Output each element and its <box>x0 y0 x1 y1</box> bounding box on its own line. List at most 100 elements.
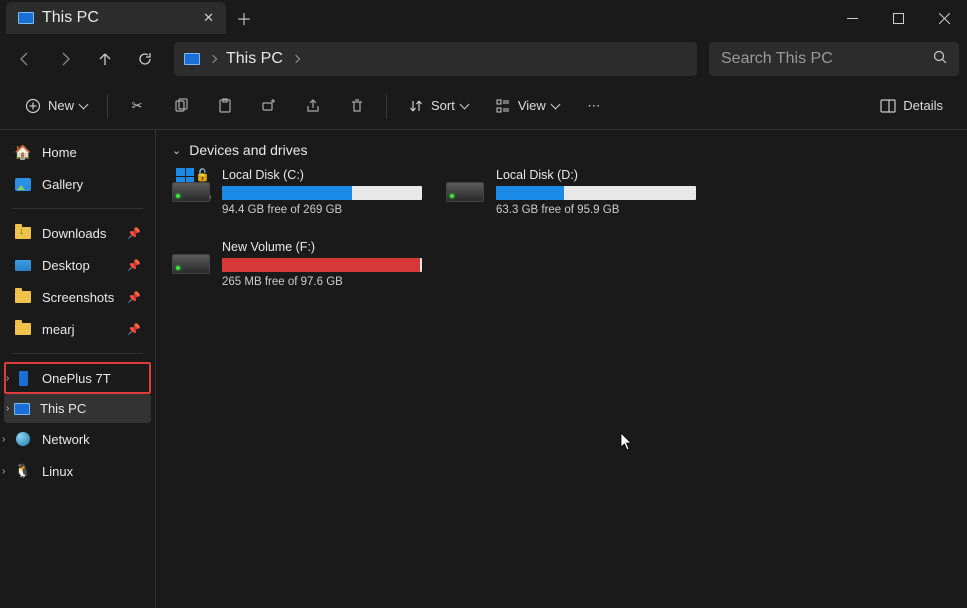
chevron-down-icon <box>79 100 89 110</box>
drive-icon: 🔓⚙ <box>172 170 212 202</box>
divider <box>12 208 143 209</box>
rename-icon <box>260 97 278 115</box>
drive-usage-bar <box>222 186 422 200</box>
close-tab-icon[interactable]: ✕ <box>203 10 214 26</box>
share-icon <box>304 97 322 115</box>
chevron-down-icon <box>550 100 560 110</box>
divider <box>107 94 108 118</box>
thispc-icon <box>18 12 34 24</box>
minimize-button[interactable] <box>829 0 875 36</box>
drive-usage-bar <box>222 258 422 272</box>
drive-usage-bar <box>496 186 696 200</box>
sidebar-item-label: OnePlus 7T <box>42 371 111 386</box>
sidebar-oneplus7t[interactable]: › OnePlus 7T <box>4 362 151 394</box>
forward-button[interactable] <box>48 42 82 76</box>
rename-button[interactable] <box>250 91 288 121</box>
sort-label: Sort <box>431 98 455 113</box>
toolbar: New ✂ Sort View ⋯ Details <box>0 82 967 130</box>
sidebar-item-label: Screenshots <box>42 290 114 305</box>
paste-button[interactable] <box>206 91 244 121</box>
pin-icon: 📌 <box>127 323 141 336</box>
drive-free-text: 94.4 GB free of 269 GB <box>222 204 422 216</box>
more-button[interactable]: ⋯ <box>575 91 613 121</box>
delete-icon <box>348 97 366 115</box>
divider <box>12 353 143 354</box>
new-label: New <box>48 98 74 113</box>
sidebar-item-label: Gallery <box>42 177 83 192</box>
thispc-icon <box>14 403 30 415</box>
sidebar-item-label: This PC <box>40 401 86 416</box>
chevron-right-icon[interactable]: › <box>6 373 9 384</box>
sidebar-downloads[interactable]: Downloads 📌 <box>0 217 155 249</box>
mouse-cursor <box>620 432 634 457</box>
refresh-button[interactable] <box>128 42 162 76</box>
chevron-right-icon[interactable]: › <box>2 466 5 477</box>
search-placeholder: Search This PC <box>721 50 833 68</box>
chevron-right-icon[interactable]: › <box>6 403 9 414</box>
sidebar-item-label: Downloads <box>42 226 106 241</box>
chevron-right-icon <box>292 55 300 63</box>
pin-icon: 📌 <box>127 227 141 240</box>
section-title: Devices and drives <box>189 142 307 158</box>
network-icon <box>14 430 32 448</box>
new-tab-button[interactable]: ＋ <box>236 6 252 30</box>
copy-button[interactable] <box>162 91 200 121</box>
close-button[interactable] <box>921 0 967 36</box>
sidebar-screenshots[interactable]: Screenshots 📌 <box>0 281 155 313</box>
details-icon <box>879 97 897 115</box>
drive-name: New Volume (F:) <box>222 240 422 254</box>
new-button[interactable]: New <box>14 91 97 121</box>
sidebar-mearj[interactable]: mearj 📌 <box>0 313 155 345</box>
sidebar-linux[interactable]: › 🐧 Linux <box>0 455 155 487</box>
cut-button[interactable]: ✂ <box>118 91 156 121</box>
sidebar-item-label: Network <box>42 432 90 447</box>
chevron-right-icon[interactable]: › <box>2 434 5 445</box>
drive-icon <box>172 242 212 274</box>
drive-free-text: 265 MB free of 97.6 GB <box>222 276 422 288</box>
drive-info: New Volume (F:) 265 MB free of 97.6 GB <box>222 240 422 288</box>
share-button[interactable] <box>294 91 332 121</box>
sidebar-item-label: Desktop <box>42 258 90 273</box>
back-button[interactable] <box>8 42 42 76</box>
folder-icon <box>14 320 32 338</box>
drive-info: Local Disk (C:) 94.4 GB free of 269 GB <box>222 168 422 216</box>
sidebar-item-label: Home <box>42 145 77 160</box>
sidebar-item-label: Linux <box>42 464 73 479</box>
more-icon: ⋯ <box>585 97 603 115</box>
cut-icon: ✂ <box>128 97 146 115</box>
drive-free-text: 63.3 GB free of 95.9 GB <box>496 204 696 216</box>
thispc-icon <box>184 53 200 65</box>
sidebar-home[interactable]: 🏠 Home <box>0 136 155 168</box>
drive-item[interactable]: New Volume (F:) 265 MB free of 97.6 GB <box>172 240 422 288</box>
chevron-right-icon <box>209 55 217 63</box>
paste-icon <box>216 97 234 115</box>
sidebar-thispc[interactable]: › This PC <box>4 394 151 423</box>
drive-name: Local Disk (C:) <box>222 168 422 182</box>
address-bar[interactable]: This PC <box>174 42 697 76</box>
drive-item[interactable]: Local Disk (D:) 63.3 GB free of 95.9 GB <box>446 168 696 216</box>
sidebar-network[interactable]: › Network <box>0 423 155 455</box>
phone-icon <box>14 369 32 387</box>
gallery-icon <box>14 175 32 193</box>
section-devices-drives[interactable]: ⌄ Devices and drives <box>172 142 951 158</box>
up-button[interactable] <box>88 42 122 76</box>
drive-item[interactable]: 🔓⚙ Local Disk (C:) 94.4 GB free of 269 GB <box>172 168 422 216</box>
details-button[interactable]: Details <box>869 91 953 121</box>
linux-icon: 🐧 <box>14 462 32 480</box>
view-button[interactable]: View <box>484 91 569 121</box>
delete-button[interactable] <box>338 91 376 121</box>
details-label: Details <box>903 98 943 113</box>
sidebar: 🏠 Home Gallery Downloads 📌 Desktop 📌 Scr… <box>0 130 156 608</box>
copy-icon <box>172 97 190 115</box>
divider <box>386 94 387 118</box>
drive-name: Local Disk (D:) <box>496 168 696 182</box>
drive-info: Local Disk (D:) 63.3 GB free of 95.9 GB <box>496 168 696 216</box>
search-input[interactable]: Search This PC <box>709 42 959 76</box>
sidebar-gallery[interactable]: Gallery <box>0 168 155 200</box>
tab-this-pc[interactable]: This PC ✕ <box>6 2 226 34</box>
maximize-button[interactable] <box>875 0 921 36</box>
sort-button[interactable]: Sort <box>397 91 478 121</box>
pin-icon: 📌 <box>127 291 141 304</box>
pin-icon: 📌 <box>127 259 141 272</box>
sidebar-desktop[interactable]: Desktop 📌 <box>0 249 155 281</box>
